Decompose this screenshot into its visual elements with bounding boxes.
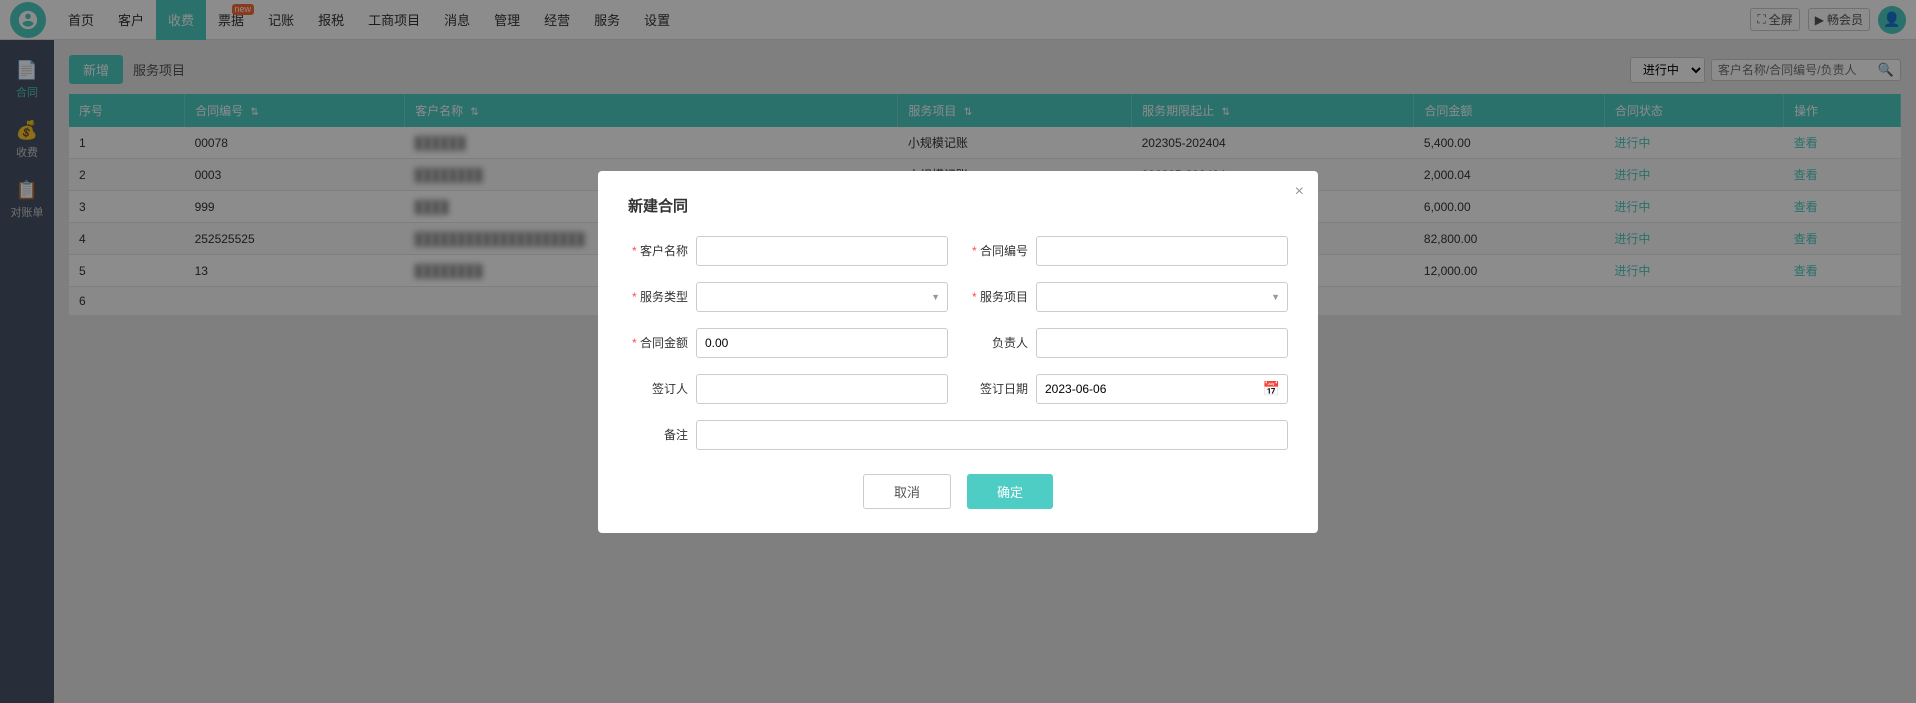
- field-contract-amount: 合同金额: [628, 328, 948, 358]
- remark-input[interactable]: [696, 420, 1288, 450]
- service-item-select[interactable]: [1036, 282, 1288, 312]
- confirm-button[interactable]: 确定: [967, 474, 1053, 509]
- new-contract-modal: 新建合同 × 客户名称 合同编号 服务类型: [598, 171, 1318, 533]
- service-type-select[interactable]: [696, 282, 948, 312]
- field-contract-no: 合同编号: [968, 236, 1288, 266]
- customer-name-label: 客户名称: [628, 242, 688, 259]
- sign-date-wrapper: 📅: [1036, 374, 1288, 404]
- field-service-item: 服务项目: [968, 282, 1288, 312]
- customer-name-input[interactable]: [696, 236, 948, 266]
- responsible-person-input[interactable]: [1036, 328, 1288, 358]
- signer-label: 签订人: [628, 380, 688, 397]
- service-type-select-wrapper: [696, 282, 948, 312]
- contract-no-input[interactable]: [1036, 236, 1288, 266]
- service-item-label: 服务项目: [968, 288, 1028, 305]
- field-remark: 备注: [628, 420, 1288, 450]
- form-row-1: 客户名称 合同编号: [628, 236, 1288, 266]
- service-type-label: 服务类型: [628, 288, 688, 305]
- field-responsible-person: 负责人: [968, 328, 1288, 358]
- responsible-person-label: 负责人: [968, 334, 1028, 351]
- modal-overlay[interactable]: 新建合同 × 客户名称 合同编号 服务类型: [0, 0, 1916, 703]
- field-service-type: 服务类型: [628, 282, 948, 312]
- modal-title: 新建合同: [628, 195, 1288, 216]
- form-row-5: 备注: [628, 420, 1288, 450]
- service-item-select-wrapper: [1036, 282, 1288, 312]
- form-row-3: 合同金额 负责人: [628, 328, 1288, 358]
- signer-input[interactable]: [696, 374, 948, 404]
- sign-date-label: 签订日期: [968, 380, 1028, 397]
- modal-footer: 取消 确定: [628, 474, 1288, 509]
- contract-no-label: 合同编号: [968, 242, 1028, 259]
- form-row-4: 签订人 签订日期 📅: [628, 374, 1288, 404]
- field-customer-name: 客户名称: [628, 236, 948, 266]
- contract-amount-label: 合同金额: [628, 334, 688, 351]
- field-signer: 签订人: [628, 374, 948, 404]
- remark-label: 备注: [628, 426, 688, 443]
- form-row-2: 服务类型 服务项目: [628, 282, 1288, 312]
- contract-amount-input[interactable]: [696, 328, 948, 358]
- modal-close-button[interactable]: ×: [1295, 183, 1304, 201]
- sign-date-input[interactable]: [1036, 374, 1288, 404]
- cancel-button[interactable]: 取消: [863, 474, 951, 509]
- field-sign-date: 签订日期 📅: [968, 374, 1288, 404]
- calendar-icon[interactable]: 📅: [1263, 380, 1280, 397]
